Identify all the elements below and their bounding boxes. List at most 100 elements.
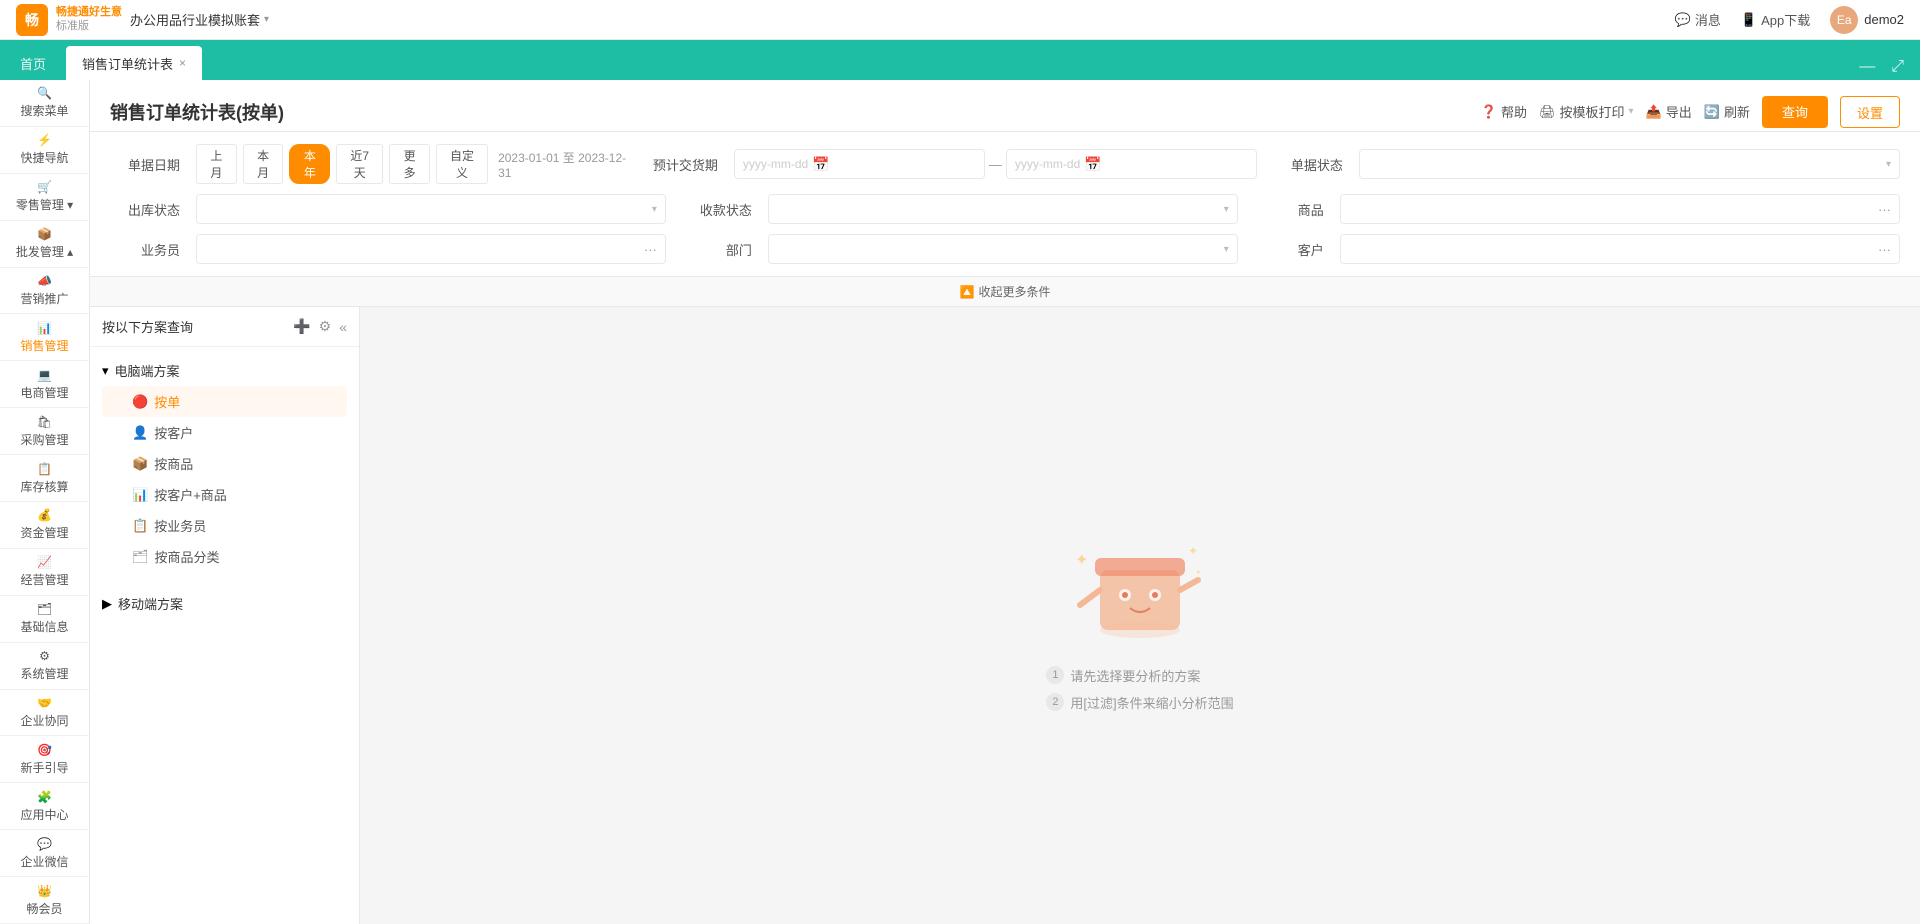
tab-home[interactable]: 首页: [4, 46, 62, 80]
sidebar-item-retail[interactable]: 🛒 零售管理 ▾: [0, 174, 89, 221]
expected-date-to[interactable]: yyyy-mm-dd 📅: [1006, 149, 1257, 179]
by-category-label: 按商品分类: [155, 547, 220, 566]
message-icon: 💬: [1675, 12, 1691, 28]
scheme-item-by-goods[interactable]: 📦 按商品: [102, 448, 347, 479]
expected-date-label: 预计交货期: [648, 155, 718, 174]
sidebar-search[interactable]: 🔍 搜索菜单: [0, 80, 89, 127]
tab-close-icon[interactable]: ×: [179, 56, 186, 70]
sidebar-item-operations[interactable]: 📈 经营管理: [0, 549, 89, 596]
marketing-icon: 📣: [37, 274, 52, 288]
sidebar-item-system[interactable]: ⚙ 系统管理: [0, 643, 89, 690]
expected-date-from[interactable]: yyyy-mm-dd 📅: [734, 149, 985, 179]
sidebar-item-member[interactable]: 👑 畅会员: [0, 877, 89, 924]
maximize-button[interactable]: ⤢: [1887, 54, 1908, 80]
status-select[interactable]: ▾: [1359, 149, 1900, 179]
calendar-from-icon[interactable]: 📅: [812, 156, 829, 173]
page-header: 销售订单统计表(按单) ❓ 帮助 🖨 按模板打印 ▾ 📤 导出 🔄 刷新: [90, 80, 1920, 132]
svg-text:✦: ✦: [1195, 568, 1202, 577]
marketing-label: 营销推广: [20, 290, 68, 307]
finance-label: 资金管理: [20, 524, 68, 541]
goods-more-icon[interactable]: ···: [1878, 202, 1891, 217]
ecommerce-label: 电商管理: [20, 384, 68, 401]
query-button[interactable]: 查询: [1762, 96, 1828, 128]
scheme-item-by-order[interactable]: 🔴 按单: [102, 386, 347, 417]
user-menu[interactable]: Ea demo2: [1830, 6, 1904, 34]
by-order-icon: 🔴: [132, 394, 148, 410]
collection-select[interactable]: ▾: [768, 194, 1238, 224]
sidebar-item-purchase[interactable]: 🛍 采购管理: [0, 408, 89, 455]
customer-more-icon[interactable]: ···: [1878, 242, 1891, 257]
message-action[interactable]: 💬 消息: [1675, 10, 1721, 29]
delivery-select[interactable]: ▾: [196, 194, 666, 224]
dept-select[interactable]: ▾: [768, 234, 1238, 264]
app-label: App下载: [1761, 10, 1810, 29]
sidebar-search-label: 搜索菜单: [20, 102, 68, 119]
sidebar-item-ecommerce[interactable]: 💻 电商管理: [0, 361, 89, 408]
sidebar-item-apps[interactable]: 🧩 应用中心: [0, 783, 89, 830]
panel-header: 按以下方案查询 ➕ ⚙ «: [90, 307, 359, 347]
panel-edit-icon[interactable]: ⚙: [319, 318, 332, 335]
filter-row-1: 单据日期 上月 本月 本年 近7天 更多 自定义 2023-01-01 至 20…: [110, 144, 1900, 184]
sidebar-quick-nav[interactable]: ⚡ 快捷导航: [0, 127, 89, 174]
panel-collapse-icon[interactable]: «: [339, 319, 347, 335]
empty-illustration: ✦ ✦ ✦: [1070, 520, 1210, 650]
by-goods-icon: 📦: [132, 456, 148, 472]
date-btn-7days[interactable]: 近7天: [336, 144, 383, 184]
wechat-icon: 💬: [37, 837, 52, 851]
app-download-action[interactable]: 📱 App下载: [1741, 10, 1810, 29]
member-icon: 👑: [37, 884, 52, 898]
scheme-item-by-cust-goods[interactable]: 📊 按客户+商品: [102, 479, 347, 510]
scheme-item-by-staff[interactable]: 📋 按业务员: [102, 510, 347, 541]
industry-selector[interactable]: 办公用品行业模拟账套 ▾: [130, 10, 269, 29]
help-button[interactable]: ❓ 帮助: [1481, 102, 1527, 121]
goods-input[interactable]: ···: [1340, 194, 1900, 224]
date-btn-more[interactable]: 更多: [389, 144, 430, 184]
calendar-to-icon[interactable]: 📅: [1084, 156, 1101, 173]
sidebar-quick-label: 快捷导航: [20, 149, 68, 166]
refresh-button[interactable]: 🔄 刷新: [1704, 102, 1750, 121]
sidebar-item-base[interactable]: 🗂 基础信息: [0, 596, 89, 643]
filter-row-2: 出库状态 ▾ 收款状态 ▾ 商品 ···: [110, 194, 1900, 224]
customer-input[interactable]: ···: [1340, 234, 1900, 264]
staff-input[interactable]: ···: [196, 234, 666, 264]
date-btn-this-month[interactable]: 本月: [243, 144, 284, 184]
tip-text-1: 请先选择要分析的方案: [1070, 666, 1200, 685]
sidebar-item-inventory[interactable]: 📋 库存核算: [0, 455, 89, 502]
export-label: 导出: [1666, 102, 1692, 121]
scheme-item-by-customer[interactable]: 👤 按客户: [102, 417, 347, 448]
export-button[interactable]: 📤 导出: [1646, 102, 1692, 121]
minimize-button[interactable]: —: [1855, 54, 1879, 80]
panel-add-icon[interactable]: ➕: [293, 318, 310, 335]
logo-icon: 畅: [16, 4, 48, 36]
date-btn-custom[interactable]: 自定义: [436, 144, 488, 184]
sidebar-item-finance[interactable]: 💰 资金管理: [0, 502, 89, 549]
print-button[interactable]: 🖨 按模板打印 ▾: [1539, 102, 1634, 121]
member-label: 畅会员: [26, 900, 62, 917]
apps-label: 应用中心: [20, 806, 68, 823]
by-customer-icon: 👤: [132, 425, 148, 441]
sidebar-item-enterprise[interactable]: 🤝 企业协同: [0, 690, 89, 737]
sidebar-item-wechat[interactable]: 💬 企业微信: [0, 830, 89, 877]
setting-button[interactable]: 设置: [1840, 96, 1900, 128]
by-staff-label: 按业务员: [154, 516, 206, 535]
print-icon: 🖨: [1539, 104, 1556, 120]
tab-sales-order-stats[interactable]: 销售订单统计表 ×: [66, 46, 202, 80]
brand-line1: 畅捷通好生意: [56, 6, 122, 19]
date-btn-last-month[interactable]: 上月: [196, 144, 237, 184]
sidebar-item-marketing[interactable]: 📣 营销推广: [0, 268, 89, 315]
by-cust-goods-icon: 📊: [132, 487, 148, 503]
sidebar-item-sales[interactable]: 📊 销售管理: [0, 314, 89, 361]
collapse-bar[interactable]: 🔼 收起更多条件: [90, 277, 1920, 307]
date-btn-this-year[interactable]: 本年: [289, 144, 330, 184]
panel-title: 按以下方案查询: [102, 317, 285, 336]
pc-section-header[interactable]: ▾ 电脑端方案: [102, 355, 347, 386]
sidebar-item-wholesale[interactable]: 📦 批发管理 ▴: [0, 221, 89, 268]
purchase-icon: 🛍: [37, 415, 52, 429]
content: 销售订单统计表(按单) ❓ 帮助 🖨 按模板打印 ▾ 📤 导出 🔄 刷新: [90, 80, 1920, 924]
scheme-item-by-category[interactable]: 🗂 按商品分类: [102, 541, 347, 572]
staff-more-icon[interactable]: ···: [644, 242, 657, 257]
filter-area: 单据日期 上月 本月 本年 近7天 更多 自定义 2023-01-01 至 20…: [90, 132, 1920, 277]
svg-text:✦: ✦: [1188, 544, 1198, 558]
mobile-section-header[interactable]: ▶ 移动端方案: [102, 588, 347, 619]
sidebar-item-newbie[interactable]: 🎯 新手引导: [0, 736, 89, 783]
